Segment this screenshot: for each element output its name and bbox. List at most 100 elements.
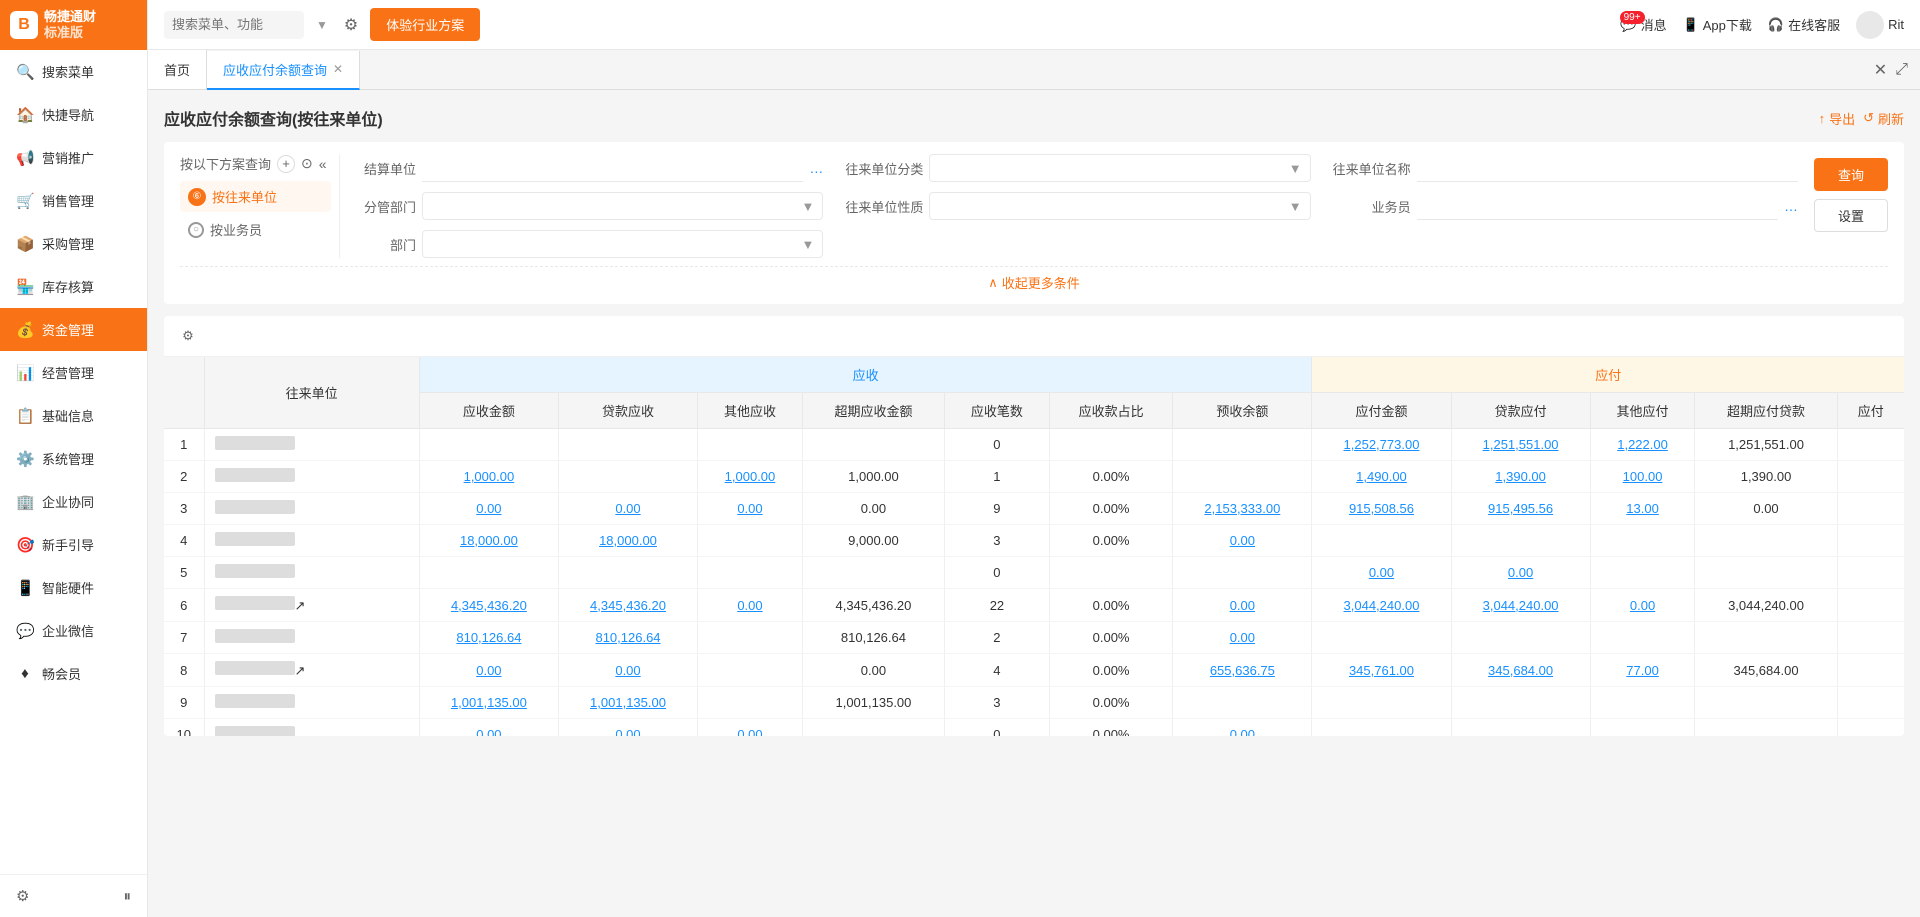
sidebar-item-search[interactable]: 🔍 搜索菜单 (0, 50, 147, 93)
td-overdue-payable: 1,390.00 (1695, 461, 1837, 493)
filter-option-by-staff[interactable]: ○ 按业务员 (180, 216, 331, 243)
td-loan-payable: 915,495.56 (1451, 493, 1590, 525)
sidebar-item-wechat[interactable]: 💬 企业微信 (0, 609, 147, 652)
topbar-chevron-icon[interactable]: ▼ (316, 18, 328, 32)
tab-receivable[interactable]: 应收应付余额查询 ✕ (207, 51, 360, 90)
td-loan-receivable: 18,000.00 (558, 525, 697, 557)
filter-right-panel: 结算单位 … 往来单位分类 ▼ (356, 154, 1798, 258)
collapse-icon[interactable]: ⏸ (123, 888, 131, 905)
system-icon: ⚙️ (16, 450, 34, 468)
sidebar-item-marketing[interactable]: 📢 营销推广 (0, 136, 147, 179)
sidebar-item-finance[interactable]: 💰 资金管理 (0, 308, 147, 351)
marketing-icon: 📢 (16, 149, 34, 167)
filter-settings-icon[interactable]: ⊙ (301, 155, 313, 172)
td-unit (204, 429, 419, 461)
table-gear-icon[interactable]: ⚙ (176, 324, 200, 348)
sidebar-item-system[interactable]: ⚙️ 系统管理 (0, 437, 147, 480)
sidebar-item-label: 系统管理 (42, 449, 94, 468)
filter-add-btn[interactable]: + (277, 155, 295, 173)
td-unit (204, 622, 419, 654)
filter-cell-category: 往来单位分类 ▼ (843, 154, 1310, 182)
tab-expand-btn[interactable]: ⤢ (1895, 60, 1908, 80)
department-chevron-icon: ▼ (801, 237, 814, 252)
td-receivable-ratio: 0.00% (1049, 622, 1172, 654)
td-overdue-payable (1695, 719, 1837, 737)
td-other-receivable (698, 622, 803, 654)
table-row: 9 1,001,135.00 1,001,135.00 1,001,135.00… (164, 687, 1904, 719)
solution-btn[interactable]: 体验行业方案 (370, 8, 480, 41)
filter-option-by-unit[interactable]: ⑥ 按往来单位 (180, 181, 331, 212)
td-other-payable (1590, 687, 1695, 719)
user-profile[interactable]: Rit (1856, 11, 1904, 39)
td-loan-receivable (558, 429, 697, 461)
page-title: 应收应付余额查询(按往来单位) (164, 106, 383, 130)
query-btn[interactable]: 查询 (1814, 158, 1888, 191)
settlement-dots[interactable]: … (809, 160, 823, 176)
export-icon: ↑ (1819, 111, 1826, 126)
dept-select[interactable]: ▼ (422, 192, 823, 220)
settings-btn[interactable]: 设置 (1814, 199, 1888, 232)
table-row: 5 0 0.00 0.00 (164, 557, 1904, 589)
tab-close-all-btn[interactable]: ✕ (1874, 60, 1887, 80)
td-no: 2 (164, 461, 204, 493)
enterprise-icon: 🏢 (16, 493, 34, 511)
sidebar-item-inventory[interactable]: 🏪 库存核算 (0, 265, 147, 308)
unitname-label: 往来单位名称 (1331, 159, 1411, 178)
unitname-input[interactable] (1421, 160, 1794, 175)
filter-grid-row3: 部门 ▼ (356, 230, 1798, 258)
td-receivable-count: 0 (945, 429, 1050, 461)
table-row: 2 1,000.00 1,000.00 1,000.00 1 0.00% 1,4… (164, 461, 1904, 493)
td-overdue-payable (1695, 687, 1837, 719)
td-loan-payable (1451, 525, 1590, 557)
collapse-conditions-btn[interactable]: ∧ 收起更多条件 (180, 266, 1888, 292)
settlement-input[interactable] (426, 160, 799, 175)
department-select[interactable]: ▼ (422, 230, 823, 258)
refresh-btn[interactable]: ↺ 刷新 (1863, 109, 1904, 128)
sidebar-item-business[interactable]: 📊 经营管理 (0, 351, 147, 394)
td-overdue-payable: 0.00 (1695, 493, 1837, 525)
tab-close-icon[interactable]: ✕ (333, 62, 343, 76)
app-download-btn[interactable]: 📱 App下载 (1683, 15, 1752, 34)
service-icon: 🎧 (1768, 17, 1784, 33)
topbar-gear-icon[interactable]: ⚙ (344, 15, 358, 35)
salesperson-dots[interactable]: … (1784, 198, 1798, 214)
guide-icon: 🎯 (16, 536, 34, 554)
message-btn[interactable]: 💬 99+ 消息 (1620, 15, 1666, 34)
filter-area: 按以下方案查询 + ⊙ « ⑥ 按往来单位 ○ 按业务员 (164, 142, 1904, 304)
sidebar-item-sales[interactable]: 🛒 销售管理 (0, 179, 147, 222)
td-unit (204, 525, 419, 557)
sidebar-item-label: 新手引导 (42, 535, 94, 554)
td-no: 4 (164, 525, 204, 557)
category-select[interactable]: ▼ (929, 154, 1310, 182)
td-payable-suffix (1837, 654, 1904, 687)
topbar-breadcrumb (164, 11, 304, 39)
table-row: 10 0.00 0.00 0.00 0 0.00% 0.00 (164, 719, 1904, 737)
sidebar-item-label: 企业协同 (42, 492, 94, 511)
table-row: 4 18,000.00 18,000.00 9,000.00 3 0.00% 0… (164, 525, 1904, 557)
td-overdue-payable (1695, 525, 1837, 557)
sidebar-item-label: 采购管理 (42, 234, 94, 253)
nature-select[interactable]: ▼ (929, 192, 1310, 220)
filter-collapse-icon[interactable]: « (319, 156, 327, 172)
settings-icon[interactable]: ⚙ (16, 887, 29, 905)
td-overdue-receivable: 1,001,135.00 (802, 687, 944, 719)
td-receivable-count: 9 (945, 493, 1050, 525)
online-service-btn[interactable]: 🎧 在线客服 (1768, 15, 1840, 34)
sidebar-item-basic[interactable]: 📋 基础信息 (0, 394, 147, 437)
sidebar-item-smart[interactable]: 📱 智能硬件 (0, 566, 147, 609)
td-overdue-payable (1695, 557, 1837, 589)
search-menu-input[interactable] (172, 17, 296, 32)
td-loan-payable: 345,684.00 (1451, 654, 1590, 687)
tab-home[interactable]: 首页 (148, 50, 207, 89)
td-prepaid-balance (1173, 557, 1312, 589)
td-receivable-count: 1 (945, 461, 1050, 493)
td-unit: ↗ (204, 589, 419, 622)
sidebar-item-member[interactable]: ♦ 畅会员 (0, 652, 147, 695)
app-download-label: App下载 (1703, 15, 1752, 34)
salesperson-input[interactable] (1421, 198, 1774, 213)
export-btn[interactable]: ↑ 导出 (1819, 109, 1856, 128)
sidebar-item-guide[interactable]: 🎯 新手引导 (0, 523, 147, 566)
sidebar-item-quicknav[interactable]: 🏠 快捷导航 (0, 93, 147, 136)
sidebar-item-purchase[interactable]: 📦 采购管理 (0, 222, 147, 265)
sidebar-item-enterprise[interactable]: 🏢 企业协同 (0, 480, 147, 523)
